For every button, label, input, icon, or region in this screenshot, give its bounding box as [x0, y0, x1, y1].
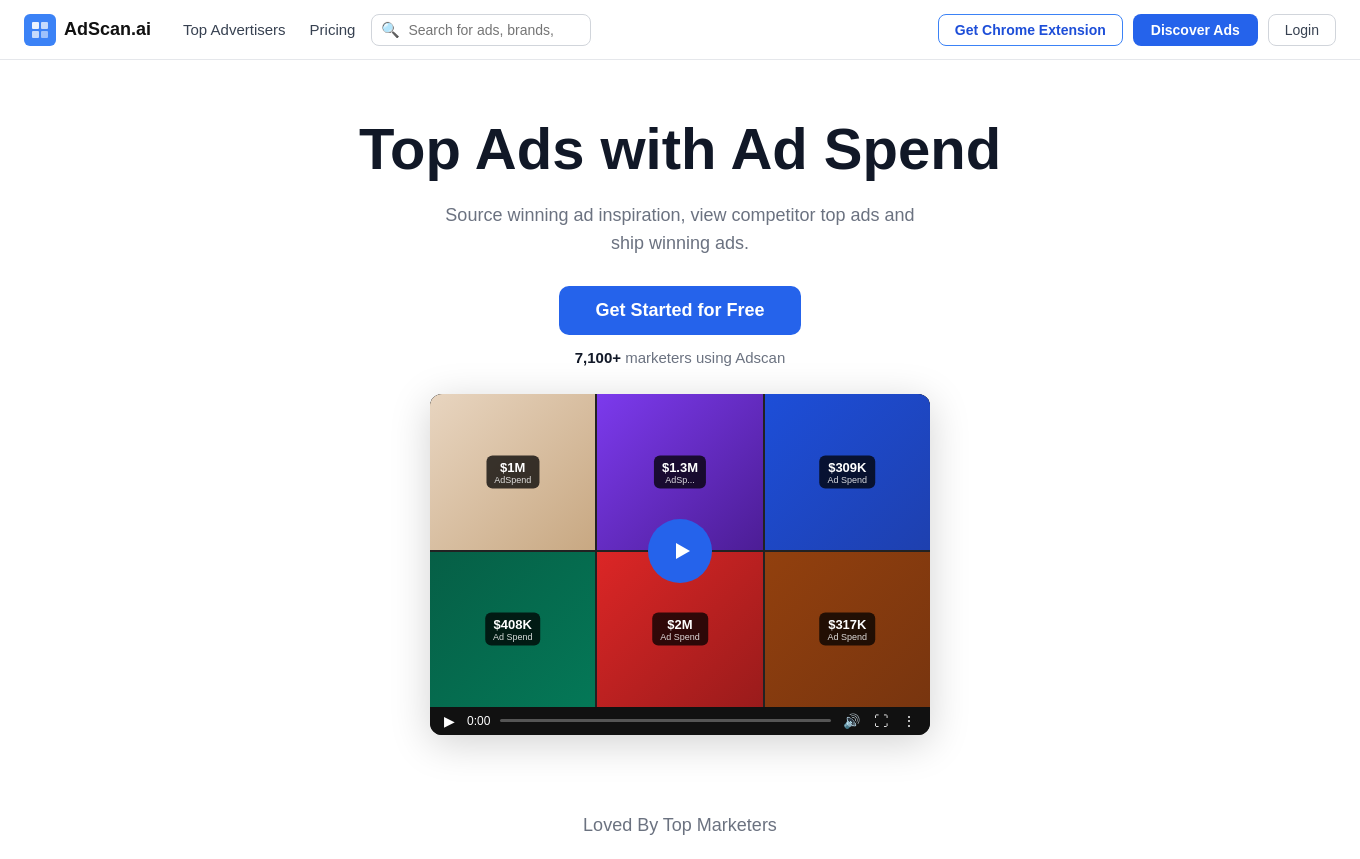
video-time: 0:00 — [467, 714, 490, 728]
nav-links: Top Advertisers Pricing — [183, 21, 355, 38]
get-chrome-extension-button[interactable]: Get Chrome Extension — [938, 14, 1123, 46]
nav-search-area: 🔍 — [371, 14, 591, 46]
demo-video[interactable]: $1MAdSpend $1.3MAdSp... $309KAd Spend $4… — [430, 394, 930, 735]
svg-rect-0 — [32, 22, 39, 29]
svg-marker-4 — [676, 543, 690, 559]
video-fullscreen[interactable]: ⛶ — [872, 713, 890, 729]
svg-rect-1 — [41, 22, 48, 29]
ad-cell-1: $1MAdSpend — [430, 394, 595, 549]
cta-button[interactable]: Get Started for Free — [559, 286, 800, 335]
nav-actions: Get Chrome Extension Discover Ads Login — [938, 14, 1336, 46]
nav-top-advertisers[interactable]: Top Advertisers — [183, 21, 286, 38]
video-more-options[interactable]: ⋮ — [900, 713, 918, 729]
logo-icon — [24, 14, 56, 46]
video-preview: $1MAdSpend $1.3MAdSp... $309KAd Spend $4… — [430, 394, 930, 707]
video-play-control[interactable]: ▶ — [442, 713, 457, 729]
social-proof-count: 7,100+ — [575, 349, 621, 366]
discover-ads-button[interactable]: Discover Ads — [1133, 14, 1258, 46]
loved-by-section: Loved By Top Marketers PhotoRoom K Kilo.… — [0, 815, 1360, 859]
hero-section: Top Ads with Ad Spend Source winning ad … — [0, 60, 1360, 815]
svg-rect-2 — [32, 31, 39, 38]
navbar: AdScan.ai Top Advertisers Pricing 🔍 Get … — [0, 0, 1360, 60]
video-progress-bar[interactable] — [500, 719, 831, 722]
play-button[interactable] — [648, 519, 712, 583]
social-proof-text: marketers using Adscan — [621, 349, 785, 366]
login-button[interactable]: Login — [1268, 14, 1336, 46]
social-proof: 7,100+ marketers using Adscan — [24, 349, 1336, 366]
logo-text: AdScan.ai — [64, 19, 151, 40]
hero-title: Top Ads with Ad Spend — [330, 116, 1030, 183]
loved-title: Loved By Top Marketers — [24, 815, 1336, 836]
nav-pricing[interactable]: Pricing — [310, 21, 356, 38]
ad-cell-6: $317KAd Spend — [765, 552, 930, 707]
svg-rect-3 — [41, 31, 48, 38]
ad-cell-3: $309KAd Spend — [765, 394, 930, 549]
logo-link[interactable]: AdScan.ai — [24, 14, 151, 46]
video-controls: ▶ 0:00 🔊 ⛶ ⋮ — [430, 707, 930, 735]
video-volume[interactable]: 🔊 — [841, 713, 862, 729]
hero-subtitle: Source winning ad inspiration, view comp… — [440, 201, 920, 259]
search-input[interactable] — [371, 14, 591, 46]
ad-cell-4: $408KAd Spend — [430, 552, 595, 707]
